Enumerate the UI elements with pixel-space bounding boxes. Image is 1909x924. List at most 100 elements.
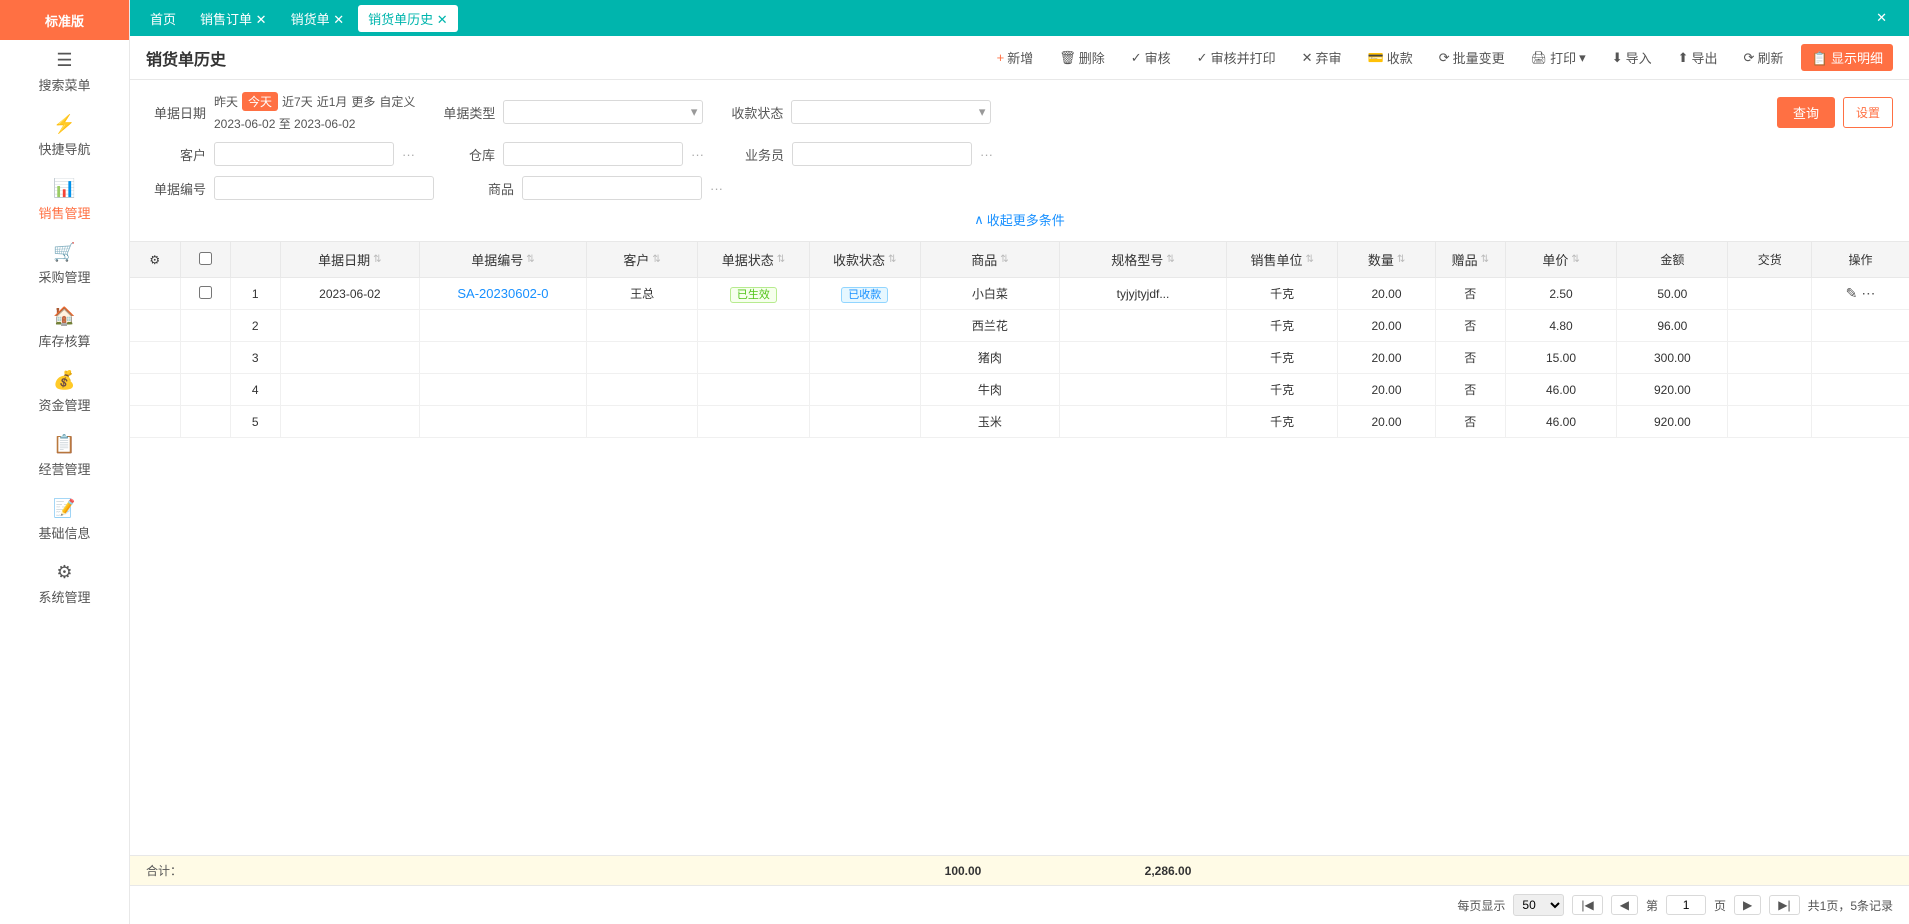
next-page-btn[interactable]: ▶ bbox=[1734, 895, 1761, 915]
warehouse-dots[interactable]: ··· bbox=[691, 147, 704, 162]
sidebar-item-search-menu[interactable]: ☰ 搜索菜单 bbox=[0, 40, 129, 104]
date-link-1month[interactable]: 近1月 bbox=[317, 93, 348, 110]
cell-check[interactable] bbox=[180, 310, 230, 342]
first-page-btn[interactable]: |◀ bbox=[1572, 895, 1602, 915]
th-goods[interactable]: 商品⇅ bbox=[920, 242, 1059, 278]
row-checkbox[interactable] bbox=[199, 286, 212, 299]
date-link-today[interactable]: 今天 bbox=[242, 92, 278, 111]
sidebar-item-operations[interactable]: 📋 经营管理 bbox=[0, 424, 129, 488]
cell-check[interactable] bbox=[180, 406, 230, 438]
prev-page-btn[interactable]: ◀ bbox=[1611, 895, 1638, 915]
receive-button[interactable]: 💳 收款 bbox=[1360, 44, 1421, 71]
print-button[interactable]: 🖨 打印 ▾ bbox=[1523, 44, 1594, 71]
cell-doc-no[interactable] bbox=[419, 310, 586, 342]
sidebar-item-inventory[interactable]: 🏠 库存核算 bbox=[0, 296, 129, 360]
close-all-tabs[interactable]: ✕ bbox=[1864, 10, 1899, 26]
customer-dots[interactable]: ··· bbox=[402, 147, 415, 162]
cell-doc-no[interactable] bbox=[419, 342, 586, 374]
last-page-btn[interactable]: ▶| bbox=[1769, 895, 1799, 915]
cell-unit: 千克 bbox=[1227, 374, 1338, 406]
th-customer[interactable]: 客户⇅ bbox=[586, 242, 697, 278]
cell-doc-no[interactable] bbox=[419, 374, 586, 406]
th-check[interactable] bbox=[180, 242, 230, 278]
more-icon[interactable]: ⋯ bbox=[1861, 285, 1875, 301]
customer-sort-icon[interactable]: ⇅ bbox=[652, 254, 660, 265]
sidebar-item-label: 快捷导航 bbox=[38, 139, 90, 158]
refresh-button[interactable]: ⟳ 刷新 bbox=[1736, 44, 1792, 71]
cell-doc-no[interactable] bbox=[419, 406, 586, 438]
audit-print-button[interactable]: ✓ 审核并打印 bbox=[1189, 44, 1284, 71]
warehouse-input[interactable] bbox=[503, 142, 683, 166]
th-doc-status[interactable]: 单据状态⇅ bbox=[698, 242, 809, 278]
goods-dots[interactable]: ··· bbox=[710, 181, 723, 196]
new-button[interactable]: + 新增 bbox=[989, 44, 1042, 71]
close-sales-order-tab[interactable]: ✕ bbox=[256, 12, 267, 27]
th-unit[interactable]: 销售单位⇅ bbox=[1227, 242, 1338, 278]
th-gear[interactable]: ⚙ bbox=[130, 242, 180, 278]
abandon-button[interactable]: ✕ 弃审 bbox=[1294, 44, 1350, 71]
show-detail-button[interactable]: 📋 显示明细 bbox=[1801, 44, 1893, 71]
pay-status-select[interactable] bbox=[791, 100, 991, 124]
sidebar-item-sales-mgmt[interactable]: 📊 销售管理 bbox=[0, 168, 129, 232]
date-link-7days[interactable]: 近7天 bbox=[282, 93, 313, 110]
audit-button[interactable]: ✓ 审核 bbox=[1123, 44, 1179, 71]
sidebar-item-purchase-mgmt[interactable]: 🛒 采购管理 bbox=[0, 232, 129, 296]
table-scroll[interactable]: ⚙ 单据日期⇅ 单据编号⇅ 客户⇅ 单据状态⇅ bbox=[130, 242, 1909, 855]
tab-home[interactable]: 首页 bbox=[140, 5, 186, 32]
close-sales-history-tab[interactable]: ✕ bbox=[437, 12, 448, 27]
date-link-custom[interactable]: 自定义 bbox=[379, 93, 415, 110]
cell-check[interactable] bbox=[180, 278, 230, 310]
cell-doc-no[interactable]: SA-20230602-0 bbox=[419, 278, 586, 310]
batch-change-button[interactable]: ⟳ 批量变更 bbox=[1431, 44, 1513, 71]
salesperson-input[interactable] bbox=[792, 142, 972, 166]
goods-sort-icon[interactable]: ⇅ bbox=[1000, 254, 1008, 265]
table-row: 1 2023-06-02 SA-20230602-0 王总 已生效 已收款 小白… bbox=[130, 278, 1909, 310]
sidebar-item-quick-nav[interactable]: ⚡ 快捷导航 bbox=[0, 104, 129, 168]
tab-sales-order[interactable]: 销售订单 ✕ bbox=[190, 5, 277, 32]
collapse-button[interactable]: ∧ 收起更多条件 bbox=[974, 210, 1065, 229]
spec-sort-icon[interactable]: ⇅ bbox=[1166, 254, 1174, 265]
per-page-select[interactable]: 50 100 200 bbox=[1513, 894, 1564, 916]
delete-button[interactable]: 🗑 删除 bbox=[1051, 44, 1113, 71]
gift-sort-icon[interactable]: ⇅ bbox=[1481, 254, 1489, 265]
page-input[interactable] bbox=[1666, 895, 1706, 915]
setting-button[interactable]: 设置 bbox=[1843, 97, 1893, 128]
salesperson-dots[interactable]: ··· bbox=[980, 147, 993, 162]
th-gift[interactable]: 赠品⇅ bbox=[1435, 242, 1505, 278]
qty-sort-icon[interactable]: ⇅ bbox=[1397, 254, 1405, 265]
th-date[interactable]: 单据日期⇅ bbox=[280, 242, 419, 278]
unit-sort-icon[interactable]: ⇅ bbox=[1305, 254, 1313, 265]
close-sales-goods-tab[interactable]: ✕ bbox=[333, 12, 344, 27]
th-qty[interactable]: 数量⇅ bbox=[1338, 242, 1435, 278]
cell-amount: 920.00 bbox=[1617, 406, 1728, 438]
import-button[interactable]: ⬇ 导入 bbox=[1604, 44, 1660, 71]
th-pay-status[interactable]: 收款状态⇅ bbox=[809, 242, 920, 278]
cell-check[interactable] bbox=[180, 342, 230, 374]
date-link-more[interactable]: 更多 bbox=[351, 93, 375, 110]
goods-input[interactable] bbox=[522, 176, 702, 200]
th-spec[interactable]: 规格型号⇅ bbox=[1060, 242, 1227, 278]
query-button[interactable]: 查询 bbox=[1777, 97, 1835, 128]
tab-sales-goods[interactable]: 销货单 ✕ bbox=[281, 5, 355, 32]
doc-no-link[interactable]: SA-20230602-0 bbox=[457, 286, 548, 301]
sidebar-item-finance[interactable]: 💰 资金管理 bbox=[0, 360, 129, 424]
doc-no-sort-icon[interactable]: ⇅ bbox=[526, 254, 534, 265]
select-all-checkbox[interactable] bbox=[199, 252, 212, 265]
cell-pay-status bbox=[809, 406, 920, 438]
cell-check[interactable] bbox=[180, 374, 230, 406]
date-sort-icon[interactable]: ⇅ bbox=[373, 254, 381, 265]
th-price[interactable]: 单价⇅ bbox=[1505, 242, 1616, 278]
doc-type-select[interactable] bbox=[503, 100, 703, 124]
date-link-yesterday[interactable]: 昨天 bbox=[214, 93, 238, 110]
sidebar-item-basic-info[interactable]: 📝 基础信息 bbox=[0, 488, 129, 552]
doc-status-sort-icon[interactable]: ⇅ bbox=[777, 254, 785, 265]
pay-status-sort-icon[interactable]: ⇅ bbox=[888, 254, 896, 265]
doc-no-input[interactable] bbox=[214, 176, 434, 200]
th-doc-no[interactable]: 单据编号⇅ bbox=[419, 242, 586, 278]
customer-input[interactable] bbox=[214, 142, 394, 166]
sidebar-item-system-mgmt[interactable]: ⚙ 系统管理 bbox=[0, 552, 129, 616]
tab-sales-history[interactable]: 销货单历史 ✕ bbox=[358, 5, 458, 32]
export-button[interactable]: ⬆ 导出 bbox=[1670, 44, 1726, 71]
edit-icon[interactable]: ✎ bbox=[1846, 285, 1858, 301]
price-sort-icon[interactable]: ⇅ bbox=[1571, 254, 1579, 265]
